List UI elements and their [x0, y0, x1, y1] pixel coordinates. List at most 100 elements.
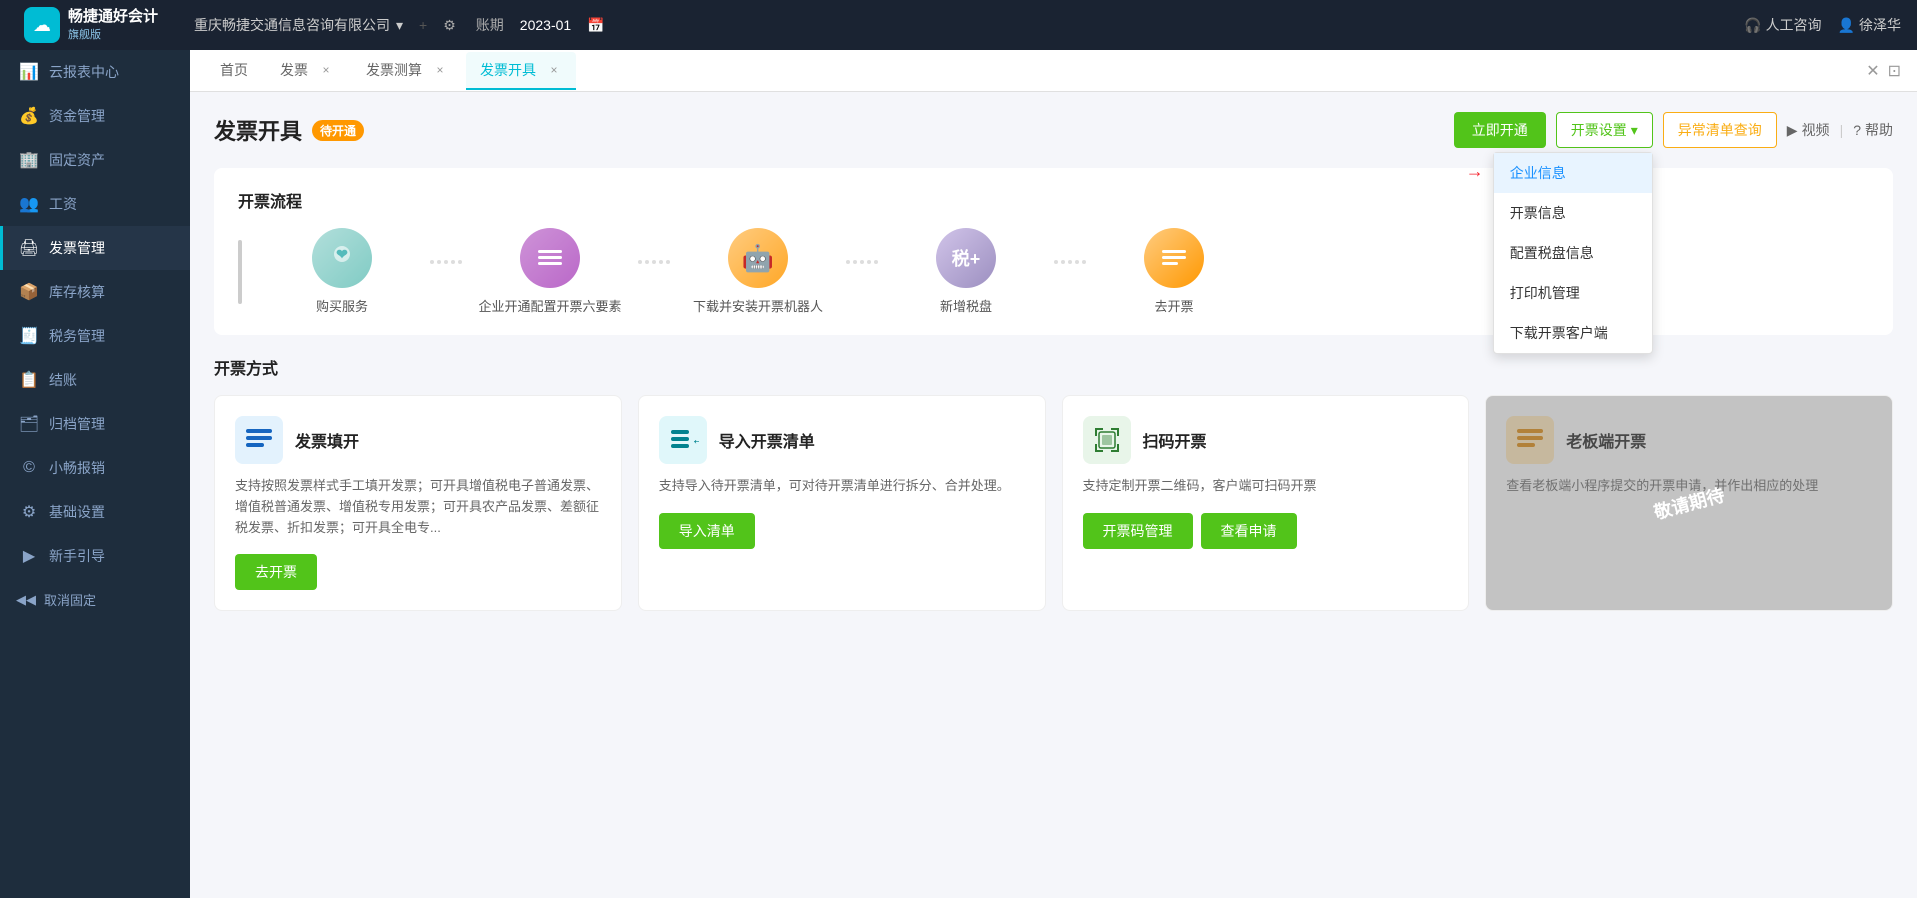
- flow-icon-buy: ❤: [312, 228, 372, 288]
- help-label: 帮助: [1865, 120, 1893, 140]
- sidebar-item-label: 固定资产: [49, 150, 105, 170]
- header-right: 🎧 人工咨询 👤 徐泽华: [1744, 15, 1901, 35]
- close-window-icon[interactable]: ✕: [1866, 61, 1879, 81]
- method-desc: 支持导入待开票清单，可对待开票清单进行拆分、合并处理。: [659, 476, 1025, 497]
- help-button[interactable]: ? 帮助: [1853, 120, 1893, 140]
- dropdown-label: 开票信息: [1510, 203, 1566, 223]
- sidebar-item-guidang[interactable]: 🗂 归档管理: [0, 402, 190, 446]
- tab-fapiao-kaiju[interactable]: 发票开具 ×: [466, 52, 576, 90]
- dropdown-label: 配置税盘信息: [1510, 243, 1594, 263]
- video-label: 视频: [1802, 120, 1830, 140]
- sidebar-item-label: 归档管理: [49, 414, 105, 434]
- tab-fapiao-cesuan[interactable]: 发票测算 ×: [352, 52, 462, 90]
- archive-icon: 🗂: [19, 414, 39, 434]
- gear-icon: ⚙: [19, 502, 39, 522]
- sidebar-item-jiezhang[interactable]: 📋 结账: [0, 358, 190, 402]
- chart-icon: 📊: [19, 62, 39, 82]
- sidebar-item-zijin[interactable]: 💰 资金管理: [0, 94, 190, 138]
- flow-step-buy: ❤ 购买服务: [262, 228, 422, 315]
- method-btns: 开票码管理 查看申请: [1083, 513, 1449, 549]
- sidebar-cancel-pin[interactable]: ◀◀ 取消固定: [0, 578, 190, 621]
- dropdown-item-download-client[interactable]: 下载开票客户端: [1494, 313, 1652, 353]
- username: 徐泽华: [1859, 15, 1901, 35]
- go-invoice-button[interactable]: 去开票: [235, 554, 317, 590]
- sidebar-item-yunbao[interactable]: 📊 云报表中心: [0, 50, 190, 94]
- flow-icon-invoice: [1144, 228, 1204, 288]
- flow-step-taxdisk: 税+ 新增税盘: [886, 228, 1046, 315]
- pin-left-icon: ◀◀: [16, 592, 36, 608]
- headset-icon: 🎧: [1744, 17, 1761, 34]
- dot: [444, 260, 448, 264]
- tab-label: 发票开具: [480, 60, 536, 80]
- method-header: 扫码开票: [1083, 416, 1449, 464]
- activate-button[interactable]: 立即开通: [1454, 112, 1546, 148]
- dot: [659, 260, 663, 264]
- scan-icon: [1083, 416, 1131, 464]
- sidebar-item-jichu[interactable]: ⚙ 基础设置: [0, 490, 190, 534]
- consult-label: 人工咨询: [1766, 15, 1822, 35]
- tab-fapiao[interactable]: 发票 ×: [266, 52, 348, 90]
- sidebar-item-fapiao[interactable]: 🖨 发票管理: [0, 226, 190, 270]
- maximize-icon[interactable]: ⊡: [1888, 61, 1901, 81]
- method-btns: 去开票: [235, 554, 601, 590]
- dropdown-item-tax-disk[interactable]: 配置税盘信息: [1494, 233, 1652, 273]
- sidebar-item-kucun[interactable]: 📦 库存核算: [0, 270, 190, 314]
- divider: +: [419, 17, 427, 33]
- tab-label: 发票测算: [366, 60, 422, 80]
- abnormal-list-button[interactable]: 异常清单查询: [1663, 112, 1777, 148]
- sidebar-item-gongzi[interactable]: 👥 工资: [0, 182, 190, 226]
- flow-connector: [1046, 260, 1094, 264]
- settings-dropdown-container: 开票设置 ▾ → 企业信息: [1556, 112, 1653, 148]
- import-list-button[interactable]: 导入清单: [659, 513, 755, 549]
- calendar-icon[interactable]: 📅: [587, 17, 604, 34]
- dot: [846, 260, 850, 264]
- dropdown-item-printer[interactable]: 打印机管理: [1494, 273, 1652, 313]
- dropdown-item-invoice-info[interactable]: 开票信息: [1494, 193, 1652, 233]
- dot: [1082, 260, 1086, 264]
- tab-close-icon[interactable]: ×: [432, 62, 448, 78]
- settings-label: 开票设置: [1571, 120, 1627, 140]
- page-title: 发票开具: [214, 114, 302, 146]
- method-desc: 支持定制开票二维码，客户端可扫码开票: [1083, 476, 1449, 497]
- flow-step-label: 企业开通配置开票六要素: [478, 296, 621, 315]
- flow-step-label: 新增税盘: [940, 296, 992, 315]
- sidebar-item-xinshou[interactable]: ▶ 新手引导: [0, 534, 190, 578]
- period-value: 2023-01: [520, 17, 571, 33]
- sidebar: 📊 云报表中心 💰 资金管理 🏢 固定资产 👥 工资 🖨 发票管理 📦: [0, 50, 190, 898]
- flow-step-label: 购买服务: [316, 296, 368, 315]
- flow-dots: [846, 260, 878, 264]
- tab-label: 发票: [280, 60, 308, 80]
- tab-home[interactable]: 首页: [206, 52, 262, 90]
- video-button[interactable]: ▶ 视频: [1787, 120, 1830, 140]
- sidebar-item-xiaochang[interactable]: © 小畅报销: [0, 446, 190, 490]
- sidebar-item-gudingzichan[interactable]: 🏢 固定资产: [0, 138, 190, 182]
- flow-connector: [422, 260, 470, 264]
- user-profile[interactable]: 👤 徐泽华: [1838, 15, 1901, 35]
- method-title: 扫码开票: [1143, 428, 1207, 452]
- flow-dots: [1054, 260, 1086, 264]
- disabled-overlay: 敬请期待: [1486, 396, 1892, 610]
- dropdown-label: 打印机管理: [1510, 283, 1580, 303]
- company-selector[interactable]: 重庆畅捷交通信息咨询有限公司 ▾: [194, 15, 403, 35]
- sidebar-item-label: 云报表中心: [49, 62, 119, 82]
- sidebar-item-label: 库存核算: [49, 282, 105, 302]
- dropdown-item-company-info[interactable]: 企业信息: [1494, 153, 1652, 193]
- methods-grid: 发票填开 支持按照发票样式手工填开发票；可开具增值税电子普通发票、增值税普通发票…: [214, 395, 1893, 611]
- tab-close-icon[interactable]: ×: [318, 62, 334, 78]
- settings-button[interactable]: 开票设置 ▾: [1556, 112, 1653, 148]
- top-bar: ☁ 畅捷通好会计 旗舰版 重庆畅捷交通信息咨询有限公司 ▾ + ⚙ 账期 202…: [0, 0, 1917, 50]
- view-application-button[interactable]: 查看申请: [1201, 513, 1297, 549]
- flow-step-configure: 企业开通配置开票六要素: [470, 228, 630, 315]
- people-icon: 👥: [19, 194, 39, 214]
- sidebar-item-shuiwu[interactable]: 🧾 税务管理: [0, 314, 190, 358]
- settings-icon[interactable]: ⚙: [443, 17, 456, 34]
- tab-close-icon[interactable]: ×: [546, 62, 562, 78]
- method-card-scan: 扫码开票 支持定制开票二维码，客户端可扫码开票 开票码管理 查看申请: [1062, 395, 1470, 611]
- method-desc: 支持按照发票样式手工填开发票；可开具增值税电子普通发票、增值税普通发票、增值税专…: [235, 476, 601, 538]
- qr-manage-button[interactable]: 开票码管理: [1083, 513, 1193, 549]
- consult-button[interactable]: 🎧 人工咨询: [1744, 15, 1821, 35]
- sidebar-item-label: 小畅报销: [49, 458, 105, 478]
- logo-icon: ☁: [24, 7, 60, 43]
- flow-step-label: 下载并安装开票机器人: [693, 296, 823, 315]
- method-title: 发票填开: [295, 428, 359, 452]
